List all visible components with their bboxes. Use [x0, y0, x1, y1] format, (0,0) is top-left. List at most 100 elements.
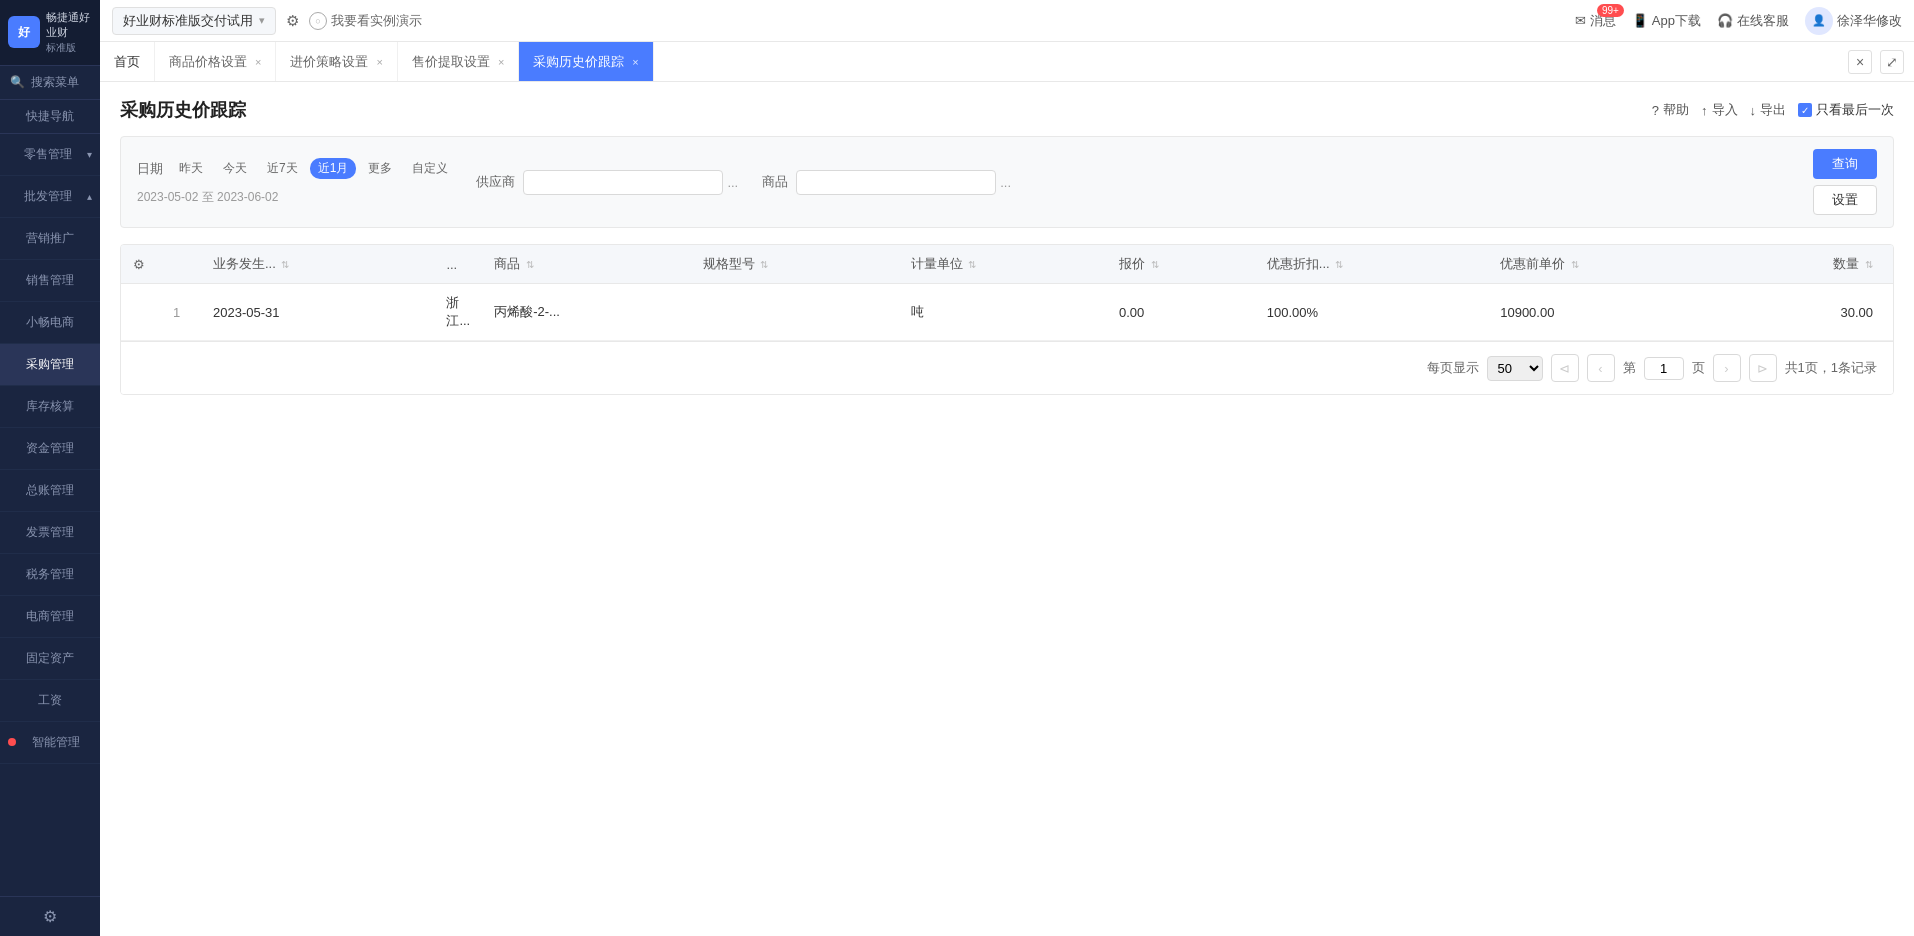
per-page-select[interactable]: 50 20 100: [1487, 356, 1543, 381]
th-quantity[interactable]: 数量 ⇅: [1727, 245, 1893, 284]
th-gear[interactable]: ⚙: [121, 245, 161, 284]
import-link[interactable]: ↑ 导入: [1701, 101, 1738, 119]
sort-icon-pre-discount-price[interactable]: ⇅: [1571, 259, 1579, 270]
sidebar-item-purchase[interactable]: 采购管理: [0, 344, 100, 386]
tab-expand-button[interactable]: ⤢: [1880, 50, 1904, 74]
filter-custom-btn[interactable]: 自定义: [404, 158, 456, 179]
th-unit[interactable]: 计量单位 ⇅: [899, 245, 1107, 284]
th-discount-pct[interactable]: 优惠折扣... ⇅: [1255, 245, 1488, 284]
sidebar-item-tax[interactable]: 税务管理: [0, 554, 100, 596]
topbar-right: ✉ 消息 99+ 📱 App下载 🎧 在线客服 👤 徐泽华修改: [1575, 7, 1902, 35]
tab-price-close[interactable]: ×: [255, 56, 261, 68]
filter-more-btn[interactable]: 更多: [360, 158, 400, 179]
th-quantity-label: 数量: [1833, 256, 1859, 271]
last-only-checkbox[interactable]: ✓: [1798, 103, 1812, 117]
cell-discount-pct: 100.00%: [1255, 284, 1488, 341]
main-area: 好业财标准版交付试用 ▾ ⚙ ○ 我要看实例演示 ✉ 消息 99+ 📱 App下…: [100, 0, 1914, 936]
last-only-checkbox-label[interactable]: ✓ 只看最后一次: [1798, 101, 1894, 119]
user-menu-button[interactable]: 👤 徐泽华修改: [1805, 7, 1902, 35]
page-title: 采购历史价跟踪: [120, 98, 246, 122]
sidebar-item-marketing[interactable]: 营销推广: [0, 218, 100, 260]
tab-price[interactable]: 商品价格设置 ×: [155, 42, 276, 81]
sort-icon-spec[interactable]: ⇅: [760, 259, 768, 270]
pagination-first-btn[interactable]: ⊲: [1551, 354, 1579, 382]
tab-history-price[interactable]: 采购历史价跟踪 ×: [519, 42, 653, 81]
sidebar-search[interactable]: 🔍 搜索菜单: [0, 66, 100, 100]
search-label: 搜索菜单: [31, 74, 79, 91]
sidebar-item-assets[interactable]: 固定资产: [0, 638, 100, 680]
pagination-page-input[interactable]: [1644, 357, 1684, 380]
sidebar-item-ecommerce-small[interactable]: 小畅电商: [0, 302, 100, 344]
filter-date-label: 日期: [137, 160, 163, 178]
sort-icon-unit[interactable]: ⇅: [968, 259, 976, 270]
sidebar-item-payroll[interactable]: 工资: [0, 680, 100, 722]
th-more-cols[interactable]: ...: [434, 245, 482, 284]
pagination-last-btn[interactable]: ⊳: [1749, 354, 1777, 382]
filter-7days-btn[interactable]: 近7天: [259, 158, 306, 179]
filter-date-buttons: 昨天 今天 近7天 近1月 更多 自定义: [171, 158, 456, 179]
app-download-button[interactable]: 📱 App下载: [1632, 12, 1701, 30]
filter-product-input-wrap: ...: [796, 170, 1015, 195]
tab-sale-strategy-close[interactable]: ×: [498, 56, 504, 68]
sidebar-item-sales[interactable]: 销售管理: [0, 260, 100, 302]
sidebar-item-smart[interactable]: 智能管理: [0, 722, 100, 764]
pagination-page-label: 第: [1623, 359, 1636, 377]
sidebar-item-label-invoice: 发票管理: [8, 524, 92, 541]
export-label: 导出: [1760, 101, 1786, 119]
demo-button[interactable]: ○ 我要看实例演示: [309, 12, 422, 30]
tab-purchase-strategy-close[interactable]: ×: [376, 56, 382, 68]
th-spec-label: 规格型号: [703, 256, 755, 271]
sidebar-item-ecommerce[interactable]: 电商管理: [0, 596, 100, 638]
export-link[interactable]: ↓ 导出: [1750, 101, 1787, 119]
topbar-settings-icon[interactable]: ⚙: [286, 12, 299, 30]
filter-product-input[interactable]: [796, 170, 996, 195]
messages-button[interactable]: ✉ 消息 99+: [1575, 12, 1616, 30]
sort-icon-quote[interactable]: ⇅: [1151, 259, 1159, 270]
settings-icon[interactable]: ⚙: [43, 907, 57, 926]
online-service-button[interactable]: 🎧 在线客服: [1717, 12, 1789, 30]
tab-history-price-close[interactable]: ×: [632, 56, 638, 68]
sort-icon-product[interactable]: ⇅: [526, 259, 534, 270]
sort-icon-quantity[interactable]: ⇅: [1865, 259, 1873, 270]
cell-biz-date: 2023-05-31: [201, 284, 434, 341]
version-selector[interactable]: 好业财标准版交付试用 ▾: [112, 7, 276, 35]
help-link[interactable]: ? 帮助: [1652, 101, 1689, 119]
th-biz-date[interactable]: 业务发生... ⇅: [201, 245, 434, 284]
tab-history-price-label: 采购历史价跟踪: [533, 53, 624, 71]
th-product[interactable]: 商品 ⇅: [482, 245, 690, 284]
sidebar-item-retail[interactable]: 零售管理 ▾: [0, 134, 100, 176]
sidebar-item-wholesale[interactable]: 批发管理 ▴: [0, 176, 100, 218]
tab-home[interactable]: 首页: [100, 42, 155, 81]
tab-close-button[interactable]: ×: [1848, 50, 1872, 74]
query-button[interactable]: 查询: [1813, 149, 1877, 179]
sidebar-item-label-payroll: 工资: [8, 692, 92, 709]
tab-purchase-strategy[interactable]: 进价策略设置 ×: [276, 42, 397, 81]
th-quote[interactable]: 报价 ⇅: [1107, 245, 1255, 284]
filter-today-btn[interactable]: 今天: [215, 158, 255, 179]
tab-sale-strategy[interactable]: 售价提取设置 ×: [398, 42, 519, 81]
cell-supplier: 浙江...: [434, 284, 482, 341]
sidebar-item-invoice[interactable]: 发票管理: [0, 512, 100, 554]
sidebar-item-finance[interactable]: 资金管理: [0, 428, 100, 470]
filter-1month-btn[interactable]: 近1月: [310, 158, 357, 179]
sort-icon-biz-date[interactable]: ⇅: [281, 259, 289, 270]
filter-yesterday-btn[interactable]: 昨天: [171, 158, 211, 179]
sidebar-quicknav[interactable]: 快捷导航: [0, 100, 100, 134]
pagination-prev-btn[interactable]: ‹: [1587, 354, 1615, 382]
settings-button[interactable]: 设置: [1813, 185, 1877, 215]
th-pre-discount-price[interactable]: 优惠前单价 ⇅: [1488, 245, 1726, 284]
sidebar-item-label-purchase: 采购管理: [8, 356, 92, 373]
sidebar-item-ledger[interactable]: 总账管理: [0, 470, 100, 512]
cell-checkbox[interactable]: [121, 284, 161, 341]
th-spec[interactable]: 规格型号 ⇅: [691, 245, 899, 284]
product-more-icon[interactable]: ...: [996, 171, 1015, 194]
sort-icon-discount-pct[interactable]: ⇅: [1335, 259, 1343, 270]
sidebar-item-label-retail: 零售管理: [8, 146, 87, 163]
pagination-next-btn[interactable]: ›: [1713, 354, 1741, 382]
column-settings-icon[interactable]: ⚙: [133, 257, 145, 272]
filter-supplier-input[interactable]: [523, 170, 723, 195]
sidebar-item-inventory[interactable]: 库存核算: [0, 386, 100, 428]
sidebar-item-label-smart: 智能管理: [20, 734, 92, 751]
sidebar-item-label-marketing: 营销推广: [8, 230, 92, 247]
supplier-more-icon[interactable]: ...: [723, 171, 742, 194]
